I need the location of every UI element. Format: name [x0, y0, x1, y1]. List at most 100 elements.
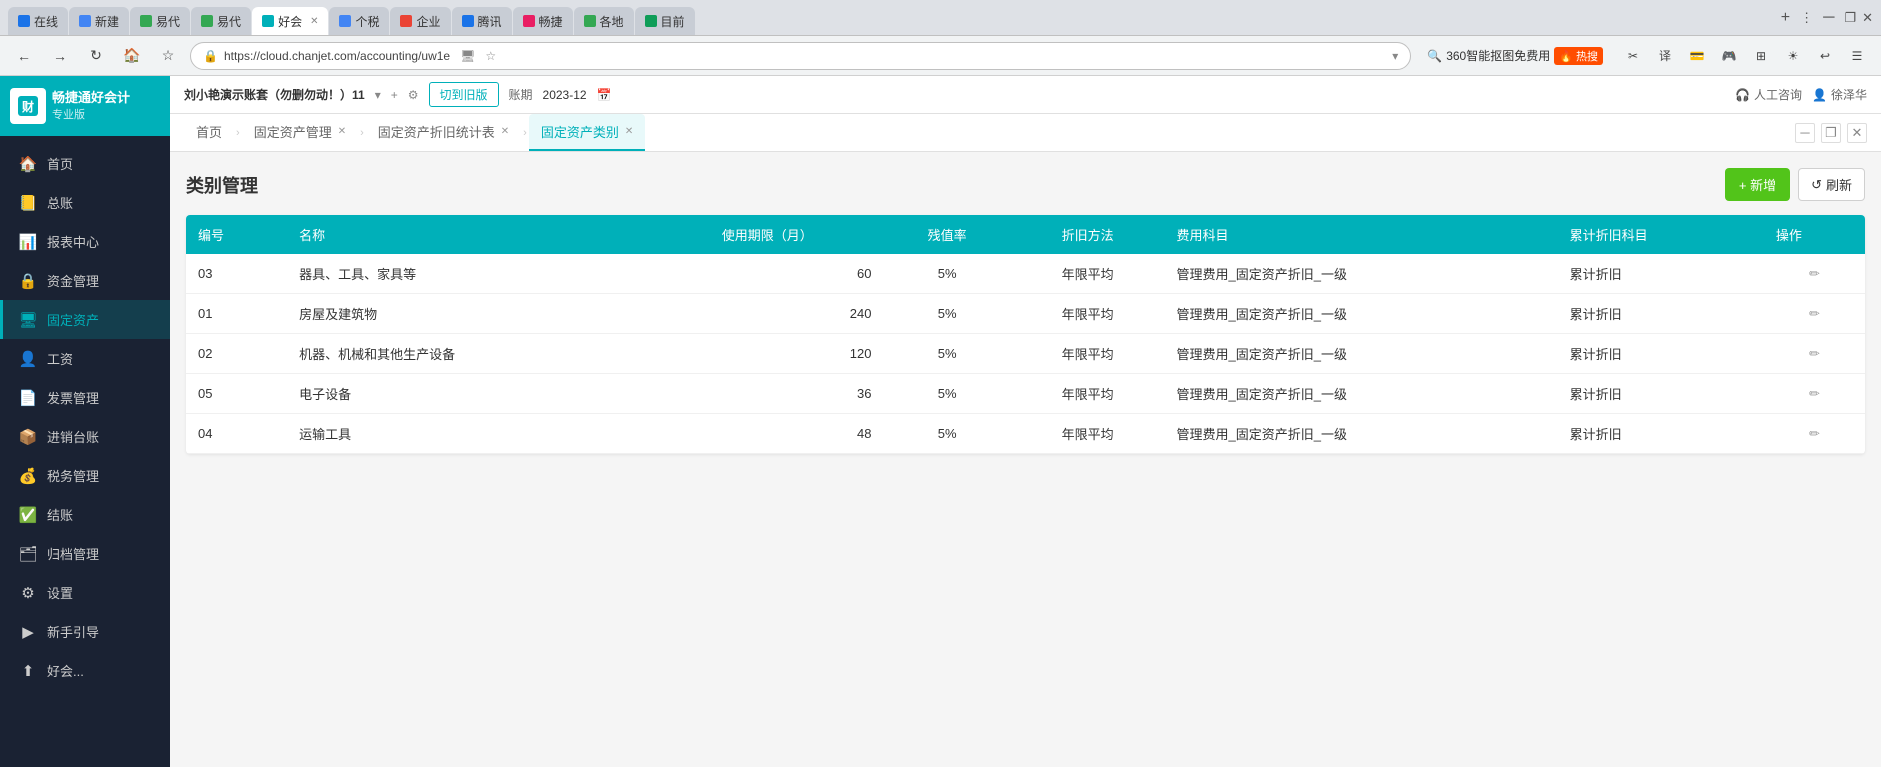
browser-tab-t1[interactable]: 在线 [8, 7, 68, 35]
code-cell[interactable]: 01 [186, 294, 287, 334]
tab-icon-t5 [262, 15, 274, 27]
forward-button[interactable]: → [46, 42, 74, 70]
menu-icon[interactable]: ☰ [1843, 42, 1871, 70]
wallet-icon[interactable]: 💳 [1683, 42, 1711, 70]
calendar-icon[interactable]: 📅 [597, 88, 612, 102]
new-tab-button[interactable]: + [1777, 9, 1794, 27]
sidebar-item-checkout[interactable]: ✅结账 [0, 495, 170, 534]
name-cell: 器具、工具、家具等 [287, 254, 651, 294]
sun-icon[interactable]: ☀ [1779, 42, 1807, 70]
user-name: 徐泽华 [1831, 86, 1867, 103]
grid-icon[interactable]: ⊞ [1747, 42, 1775, 70]
sidebar-item-archive[interactable]: 🗂归档管理 [0, 534, 170, 573]
tab-close-t5[interactable]: ✕ [310, 16, 318, 27]
switch-version-button[interactable]: 切到旧版 [429, 82, 499, 107]
table-header-1: 名称 [287, 215, 651, 254]
sidebar-item-fund[interactable]: 🔒资金管理 [0, 261, 170, 300]
breadcrumb-close-fixed_mgmt[interactable]: ✕ [338, 126, 346, 137]
close-window-button[interactable]: ✕ [1847, 123, 1867, 143]
sidebar-item-fixed[interactable]: 🖥固定资产 [0, 300, 170, 339]
settings-icon[interactable]: ⚙ [408, 88, 419, 102]
code-cell[interactable]: 02 [186, 334, 287, 374]
address-bar[interactable]: 🔒 https://cloud.chanjet.com/accounting/u… [190, 42, 1411, 70]
refresh-button[interactable]: ↺ 刷新 [1798, 168, 1865, 201]
breadcrumb-tab-home[interactable]: 首页 [184, 114, 234, 151]
dropdown-icon[interactable]: ▾ [375, 88, 381, 102]
sidebar-logo: 财 畅捷通好会计 专业版 [0, 76, 170, 136]
game-icon[interactable]: 🎮 [1715, 42, 1743, 70]
tab-label-t3: 易代 [156, 13, 180, 30]
breadcrumb-tab-fixed_dep[interactable]: 固定资产折旧统计表 ✕ [366, 114, 521, 151]
support-button[interactable]: 🎧 人工咨询 [1735, 86, 1802, 103]
edit-button[interactable]: ✏ [1809, 426, 1820, 441]
breadcrumb-close-fixed_cat[interactable]: ✕ [625, 126, 633, 137]
edit-button[interactable]: ✏ [1809, 386, 1820, 401]
close-button[interactable]: ✕ [1862, 10, 1873, 26]
sidebar-item-ledger[interactable]: 📒总账 [0, 183, 170, 222]
restore-window-button[interactable]: ❐ [1821, 123, 1841, 143]
breadcrumb-tab-fixed_mgmt[interactable]: 固定资产管理 ✕ [242, 114, 358, 151]
code-cell[interactable]: 05 [186, 374, 287, 414]
breadcrumb-close-fixed_dep[interactable]: ✕ [501, 126, 509, 137]
browser-tab-t2[interactable]: 新建 [69, 7, 129, 35]
table-header-5: 费用科目 [1165, 215, 1558, 254]
edit-button[interactable]: ✏ [1809, 266, 1820, 281]
refresh-label: 刷新 [1826, 175, 1852, 194]
browser-tab-t11[interactable]: 目前 [635, 7, 695, 35]
minimize-window-button[interactable]: ─ [1795, 123, 1815, 143]
browser-tabs: 在线新建 易代易代 好会 ✕ 个税企业腾讯畅捷各地目前 [8, 0, 1769, 35]
breadcrumb-separator: › [523, 127, 527, 139]
sidebar-item-settings[interactable]: ⚙设置 [0, 573, 170, 612]
breadcrumb-tab-fixed_cat[interactable]: 固定资产类别 ✕ [529, 114, 645, 151]
scissors-icon[interactable]: ✂ [1619, 42, 1647, 70]
sidebar-item-inventory[interactable]: 📦进销台账 [0, 417, 170, 456]
home-nav-button[interactable]: 🏠 [118, 42, 146, 70]
reload-button[interactable]: ↻ [82, 42, 110, 70]
hot-search-badge[interactable]: 🔥 热搜 [1554, 47, 1603, 65]
add-company-icon[interactable]: + [391, 88, 398, 102]
browser-tab-t9[interactable]: 畅捷 [513, 7, 573, 35]
tab-settings-icon[interactable]: ⋮ [1800, 10, 1813, 26]
restore-button[interactable]: ❐ [1844, 10, 1856, 26]
breadcrumb-label-fixed_cat: 固定资产类别 [541, 122, 619, 141]
undo-icon[interactable]: ↩ [1811, 42, 1839, 70]
sidebar-icon-fixed: 🖥 [19, 311, 37, 329]
bookmark-star-icon[interactable]: ☆ [485, 49, 496, 63]
sidebar-item-tax[interactable]: 💰税务管理 [0, 456, 170, 495]
period-label: 账期 [509, 86, 533, 103]
table-header-4: 折旧方法 [1011, 215, 1165, 254]
user-info[interactable]: 👤 徐泽华 [1812, 86, 1867, 103]
browser-tab-t8[interactable]: 腾讯 [452, 7, 512, 35]
code-cell[interactable]: 03 [186, 254, 287, 294]
minimize-button[interactable]: ─ [1819, 9, 1838, 27]
browser-tab-t6[interactable]: 个税 [329, 7, 389, 35]
sidebar-icon-more: ⬆ [19, 662, 37, 680]
expense-cell: 管理费用_固定资产折旧_一级 [1165, 374, 1558, 414]
sidebar-item-report[interactable]: 📊报表中心 [0, 222, 170, 261]
browser-tab-t5[interactable]: 好会 ✕ [252, 7, 328, 35]
sidebar-label-fund: 资金管理 [47, 271, 99, 290]
browser-tab-t7[interactable]: 企业 [390, 7, 450, 35]
address-dropdown-icon[interactable]: ▾ [1392, 49, 1398, 63]
browser-tab-t10[interactable]: 各地 [574, 7, 634, 35]
bookmark-button[interactable]: ☆ [154, 42, 182, 70]
tab-icon-t7 [400, 15, 412, 27]
sidebar-item-guide[interactable]: ▶新手引导 [0, 612, 170, 651]
add-button[interactable]: + 新增 [1725, 168, 1790, 201]
edit-button[interactable]: ✏ [1809, 346, 1820, 361]
sidebar-menu: 🏠首页📒总账📊报表中心🔒资金管理🖥固定资产👤工资📄发票管理📦进销台账💰税务管理✅… [0, 136, 170, 767]
browser-tab-t4[interactable]: 易代 [191, 7, 251, 35]
sidebar-item-salary[interactable]: 👤工资 [0, 339, 170, 378]
sidebar-item-invoice[interactable]: 📄发票管理 [0, 378, 170, 417]
svg-text:财: 财 [21, 99, 34, 114]
translate-icon[interactable]: 译 [1651, 42, 1679, 70]
browser-tab-t3[interactable]: 易代 [130, 7, 190, 35]
sidebar-label-inventory: 进销台账 [47, 427, 99, 446]
tab-label-t5: 好会 [278, 13, 302, 30]
back-button[interactable]: ← [10, 42, 38, 70]
sidebar-item-more[interactable]: ⬆好会... [0, 651, 170, 690]
sidebar-item-home[interactable]: 🏠首页 [0, 144, 170, 183]
edit-button[interactable]: ✏ [1809, 306, 1820, 321]
months-cell: 60 [651, 254, 884, 294]
code-cell[interactable]: 04 [186, 414, 287, 454]
